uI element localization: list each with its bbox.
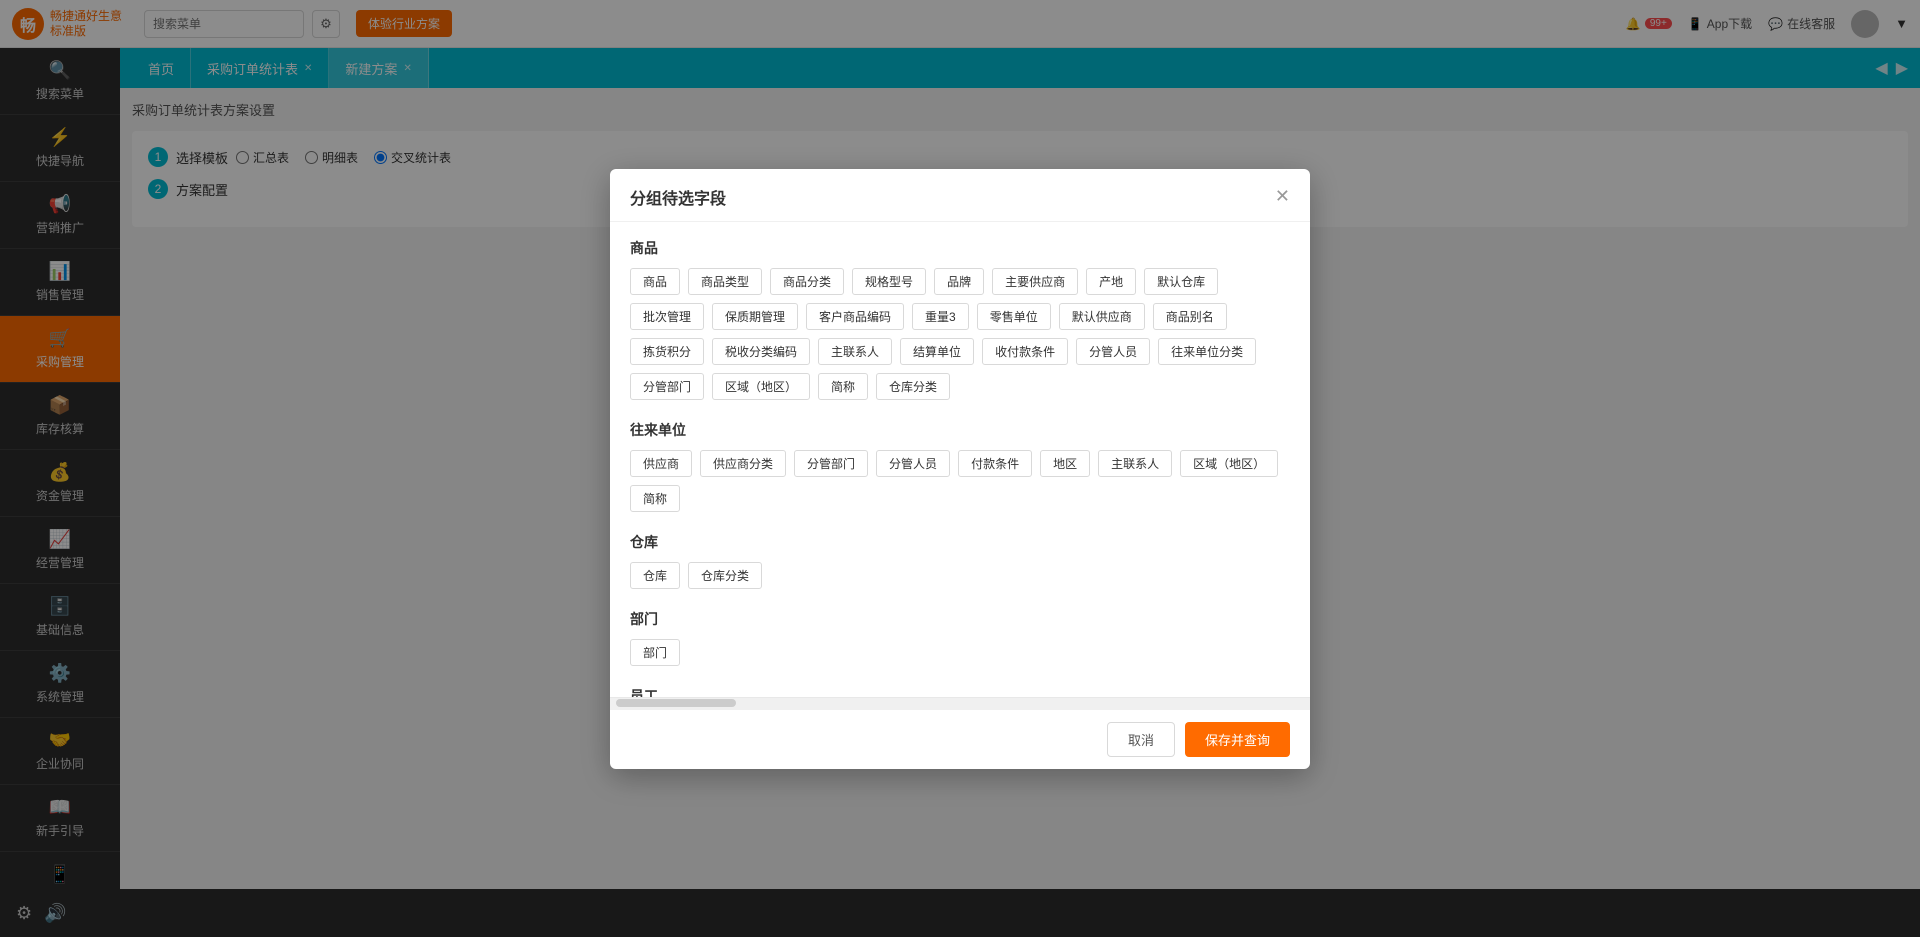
- modal-header: 分组待选字段 ✕: [610, 169, 1310, 222]
- field-section-title-staff: 员工: [630, 686, 1290, 697]
- field-tag[interactable]: 结算单位: [900, 338, 974, 365]
- field-tag[interactable]: 地区: [1040, 450, 1090, 477]
- hscroll-thumb: [616, 699, 736, 707]
- field-tag[interactable]: 区域（地区）: [1180, 450, 1278, 477]
- field-tag[interactable]: 税收分类编码: [712, 338, 810, 365]
- field-section-staff: 员工业务员: [630, 686, 1290, 697]
- field-tag[interactable]: 规格型号: [852, 268, 926, 295]
- modal-overlay: 分组待选字段 ✕ 商品商品商品类型商品分类规格型号品牌主要供应商产地默认仓库批次…: [0, 0, 1920, 937]
- field-tag[interactable]: 保质期管理: [712, 303, 798, 330]
- field-tag[interactable]: 分管人员: [876, 450, 950, 477]
- field-section-department: 部门部门: [630, 609, 1290, 666]
- field-tag[interactable]: 收付款条件: [982, 338, 1068, 365]
- field-select-modal: 分组待选字段 ✕ 商品商品商品类型商品分类规格型号品牌主要供应商产地默认仓库批次…: [610, 169, 1310, 769]
- field-section-goods: 商品商品商品类型商品分类规格型号品牌主要供应商产地默认仓库批次管理保质期管理客户…: [630, 238, 1290, 400]
- field-tag[interactable]: 区域（地区）: [712, 373, 810, 400]
- field-tags-department: 部门: [630, 639, 1290, 666]
- field-tag[interactable]: 部门: [630, 639, 680, 666]
- field-tag[interactable]: 默认供应商: [1059, 303, 1145, 330]
- field-tag[interactable]: 主联系人: [1098, 450, 1172, 477]
- field-tag[interactable]: 简称: [818, 373, 868, 400]
- field-tag[interactable]: 主联系人: [818, 338, 892, 365]
- field-tag[interactable]: 供应商分类: [700, 450, 786, 477]
- modal-body: 商品商品商品类型商品分类规格型号品牌主要供应商产地默认仓库批次管理保质期管理客户…: [610, 222, 1310, 697]
- modal-close-btn[interactable]: ✕: [1275, 186, 1290, 207]
- field-tag[interactable]: 商品分类: [770, 268, 844, 295]
- modal-title: 分组待选字段: [630, 185, 726, 209]
- field-section-title-partner: 往来单位: [630, 420, 1290, 440]
- field-section-partner: 往来单位供应商供应商分类分管部门分管人员付款条件地区主联系人区域（地区） 简称: [630, 420, 1290, 512]
- field-tag[interactable]: 商品类型: [688, 268, 762, 295]
- field-tag[interactable]: 分管部门: [794, 450, 868, 477]
- field-tag[interactable]: 主要供应商: [992, 268, 1078, 295]
- field-tags-warehouse: 仓库仓库分类: [630, 562, 1290, 589]
- field-tag[interactable]: 分管人员: [1076, 338, 1150, 365]
- field-section-title-warehouse: 仓库: [630, 532, 1290, 552]
- modal-save-btn[interactable]: 保存并查询: [1185, 722, 1290, 757]
- field-tag[interactable]: 仓库分类: [688, 562, 762, 589]
- field-tag[interactable]: 重量3: [912, 303, 969, 330]
- field-tags-partner: 供应商供应商分类分管部门分管人员付款条件地区主联系人区域（地区） 简称: [630, 450, 1290, 512]
- field-section-warehouse: 仓库仓库仓库分类: [630, 532, 1290, 589]
- field-tag[interactable]: 商品: [630, 268, 680, 295]
- field-tag[interactable]: 产地: [1086, 268, 1136, 295]
- modal-cancel-btn[interactable]: 取消: [1107, 722, 1175, 757]
- field-tag[interactable]: 仓库分类: [876, 373, 950, 400]
- field-tag[interactable]: 品牌: [934, 268, 984, 295]
- modal-footer: 取消 保存并查询: [610, 709, 1310, 769]
- field-tag[interactable]: 商品别名: [1153, 303, 1227, 330]
- field-tag[interactable]: 仓库: [630, 562, 680, 589]
- field-tags-goods: 商品商品类型商品分类规格型号品牌主要供应商产地默认仓库批次管理保质期管理客户商品…: [630, 268, 1290, 400]
- field-tag[interactable]: 简称: [630, 485, 680, 512]
- field-tag[interactable]: 供应商: [630, 450, 692, 477]
- field-tag[interactable]: 付款条件: [958, 450, 1032, 477]
- field-tag[interactable]: 拣货积分: [630, 338, 704, 365]
- field-tag[interactable]: 分管部门: [630, 373, 704, 400]
- field-tag[interactable]: 零售单位: [977, 303, 1051, 330]
- modal-hscrollbar[interactable]: [610, 697, 1310, 709]
- field-section-title-goods: 商品: [630, 238, 1290, 258]
- field-tag[interactable]: 批次管理: [630, 303, 704, 330]
- field-tag[interactable]: 默认仓库: [1144, 268, 1218, 295]
- field-section-title-department: 部门: [630, 609, 1290, 629]
- field-tag[interactable]: 往来单位分类: [1158, 338, 1256, 365]
- field-tag[interactable]: 客户商品编码: [806, 303, 904, 330]
